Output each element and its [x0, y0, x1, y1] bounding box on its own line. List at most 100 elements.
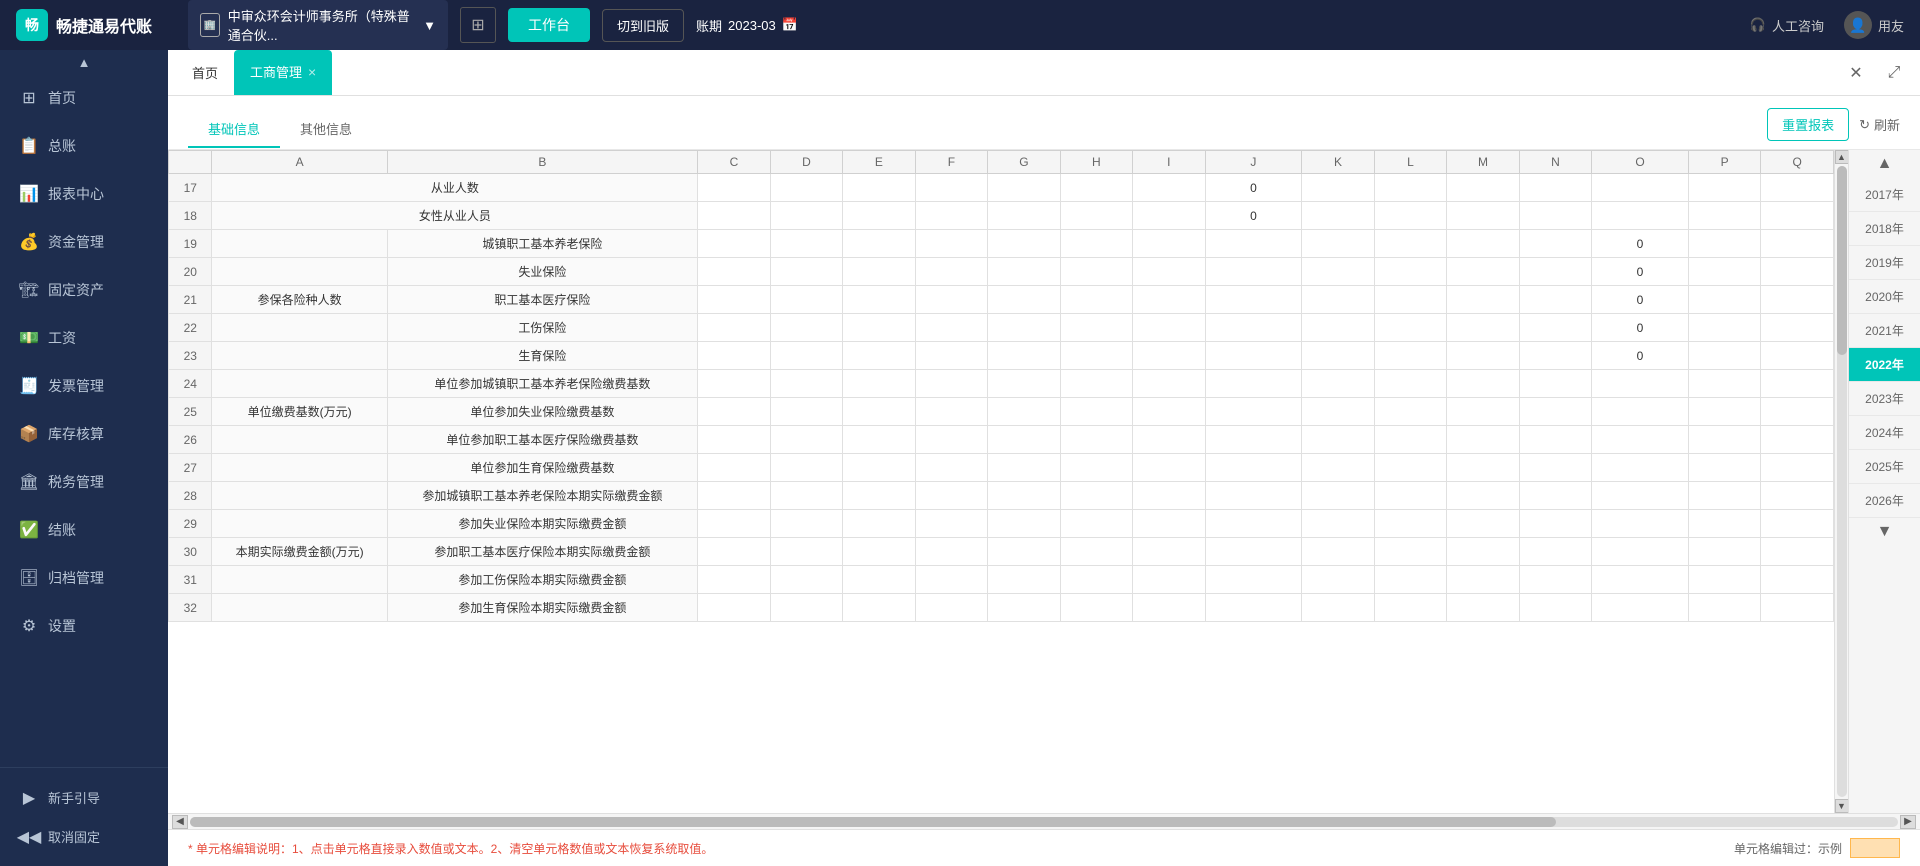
old-version-button[interactable]: 切到旧版	[602, 9, 684, 42]
tab-home[interactable]: 首页	[176, 51, 234, 94]
sidebar-up-arrow[interactable]: ▲	[0, 50, 168, 74]
cell-23-f[interactable]	[843, 342, 915, 370]
cell-22-k[interactable]	[1205, 314, 1302, 342]
cell-32-h[interactable]	[988, 594, 1060, 622]
cell-26-o[interactable]	[1519, 426, 1591, 454]
cell-23-i[interactable]	[1060, 342, 1132, 370]
cell-24-k[interactable]	[1205, 370, 1302, 398]
cell-18-d[interactable]	[698, 202, 770, 230]
cell-23-d[interactable]	[698, 342, 770, 370]
cell-17-l[interactable]	[1302, 174, 1374, 202]
cell-27-f[interactable]	[843, 454, 915, 482]
cell-19-f[interactable]	[843, 230, 915, 258]
cell-29-d[interactable]	[698, 510, 770, 538]
cell-28-j[interactable]	[1133, 482, 1205, 510]
cell-26-b[interactable]	[212, 426, 387, 454]
cell-26-p[interactable]	[1592, 426, 1689, 454]
year-item-2023[interactable]: 2023年	[1849, 382, 1920, 416]
cell-31-j[interactable]	[1133, 566, 1205, 594]
v-scroll-track[interactable]	[1837, 166, 1847, 797]
cell-26-n[interactable]	[1447, 426, 1519, 454]
year-item-2025[interactable]: 2025年	[1849, 450, 1920, 484]
cell-27-k[interactable]	[1205, 454, 1302, 482]
cell-31-p[interactable]	[1592, 566, 1689, 594]
cell-23-q[interactable]	[1688, 342, 1760, 370]
cell-18-p[interactable]	[1592, 202, 1689, 230]
cell-27-p[interactable]	[1592, 454, 1689, 482]
cell-31-f[interactable]	[843, 566, 915, 594]
cell-31-r[interactable]	[1761, 566, 1834, 594]
cell-22-p[interactable]: 0	[1592, 314, 1689, 342]
year-item-2017[interactable]: 2017年	[1849, 178, 1920, 212]
cell-17-h[interactable]	[988, 174, 1060, 202]
cell-28-f[interactable]	[843, 482, 915, 510]
cell-23-r[interactable]	[1761, 342, 1834, 370]
cell-20-o[interactable]	[1519, 258, 1591, 286]
cell-24-l[interactable]	[1302, 370, 1374, 398]
cell-18-h[interactable]	[988, 202, 1060, 230]
cell-20-f[interactable]	[843, 258, 915, 286]
cell-26-q[interactable]	[1688, 426, 1760, 454]
cell-18-r[interactable]	[1761, 202, 1834, 230]
cell-29-c[interactable]: 参加失业保险本期实际缴费金额	[387, 510, 698, 538]
human-service[interactable]: 🎧 人工咨询	[1750, 16, 1824, 35]
cell-22-l[interactable]	[1302, 314, 1374, 342]
year-item-2019[interactable]: 2019年	[1849, 246, 1920, 280]
cell-32-m[interactable]	[1374, 594, 1446, 622]
cell-20-m[interactable]	[1374, 258, 1446, 286]
cell-17-k[interactable]: 0	[1205, 174, 1302, 202]
cell-22-r[interactable]	[1761, 314, 1834, 342]
cell-17-f[interactable]	[843, 174, 915, 202]
cell-18-m[interactable]	[1374, 202, 1446, 230]
cell-24-q[interactable]	[1688, 370, 1760, 398]
cell-27-j[interactable]	[1133, 454, 1205, 482]
cell-25-r[interactable]	[1761, 398, 1834, 426]
cell-21-p[interactable]: 0	[1592, 286, 1689, 314]
cell-21-b[interactable]: 参保各险种人数	[212, 286, 387, 314]
sidebar-item-settings[interactable]: ⚙ 设置	[0, 602, 168, 650]
cell-23-g[interactable]	[915, 342, 987, 370]
cell-20-k[interactable]	[1205, 258, 1302, 286]
cell-18-j[interactable]	[1133, 202, 1205, 230]
cell-23-p[interactable]: 0	[1592, 342, 1689, 370]
year-item-2020[interactable]: 2020年	[1849, 280, 1920, 314]
cell-21-r[interactable]	[1761, 286, 1834, 314]
sidebar-item-new-guide[interactable]: ▶ 新手引导	[0, 778, 168, 817]
cell-19-o[interactable]	[1519, 230, 1591, 258]
cell-32-r[interactable]	[1761, 594, 1834, 622]
cell-25-b[interactable]: 单位缴费基数(万元)	[212, 398, 387, 426]
cell-27-b[interactable]	[212, 454, 387, 482]
cell-24-e[interactable]	[770, 370, 842, 398]
cell-27-h[interactable]	[988, 454, 1060, 482]
cell-28-r[interactable]	[1761, 482, 1834, 510]
cell-19-l[interactable]	[1302, 230, 1374, 258]
cell-29-m[interactable]	[1374, 510, 1446, 538]
cell-19-i[interactable]	[1060, 230, 1132, 258]
cell-17-m[interactable]	[1374, 174, 1446, 202]
cell-17-b[interactable]: 从业人数	[212, 174, 698, 202]
cell-24-g[interactable]	[915, 370, 987, 398]
cell-22-d[interactable]	[698, 314, 770, 342]
cell-27-n[interactable]	[1447, 454, 1519, 482]
cell-25-f[interactable]	[843, 398, 915, 426]
cell-26-g[interactable]	[915, 426, 987, 454]
year-item-2021[interactable]: 2021年	[1849, 314, 1920, 348]
cell-21-l[interactable]	[1302, 286, 1374, 314]
tab-expand-button[interactable]: ⤢	[1880, 59, 1908, 87]
cell-31-m[interactable]	[1374, 566, 1446, 594]
cell-20-j[interactable]	[1133, 258, 1205, 286]
cell-18-l[interactable]	[1302, 202, 1374, 230]
cell-29-o[interactable]	[1519, 510, 1591, 538]
tab-other-info[interactable]: 其他信息	[280, 111, 372, 148]
cell-23-e[interactable]	[770, 342, 842, 370]
cell-31-n[interactable]	[1447, 566, 1519, 594]
cell-29-k[interactable]	[1205, 510, 1302, 538]
cell-19-d[interactable]	[698, 230, 770, 258]
cell-28-g[interactable]	[915, 482, 987, 510]
cell-29-j[interactable]	[1133, 510, 1205, 538]
cell-21-q[interactable]	[1688, 286, 1760, 314]
cell-19-r[interactable]	[1761, 230, 1834, 258]
cell-27-i[interactable]	[1060, 454, 1132, 482]
cell-27-c[interactable]: 单位参加生育保险缴费基数	[387, 454, 698, 482]
cell-31-g[interactable]	[915, 566, 987, 594]
